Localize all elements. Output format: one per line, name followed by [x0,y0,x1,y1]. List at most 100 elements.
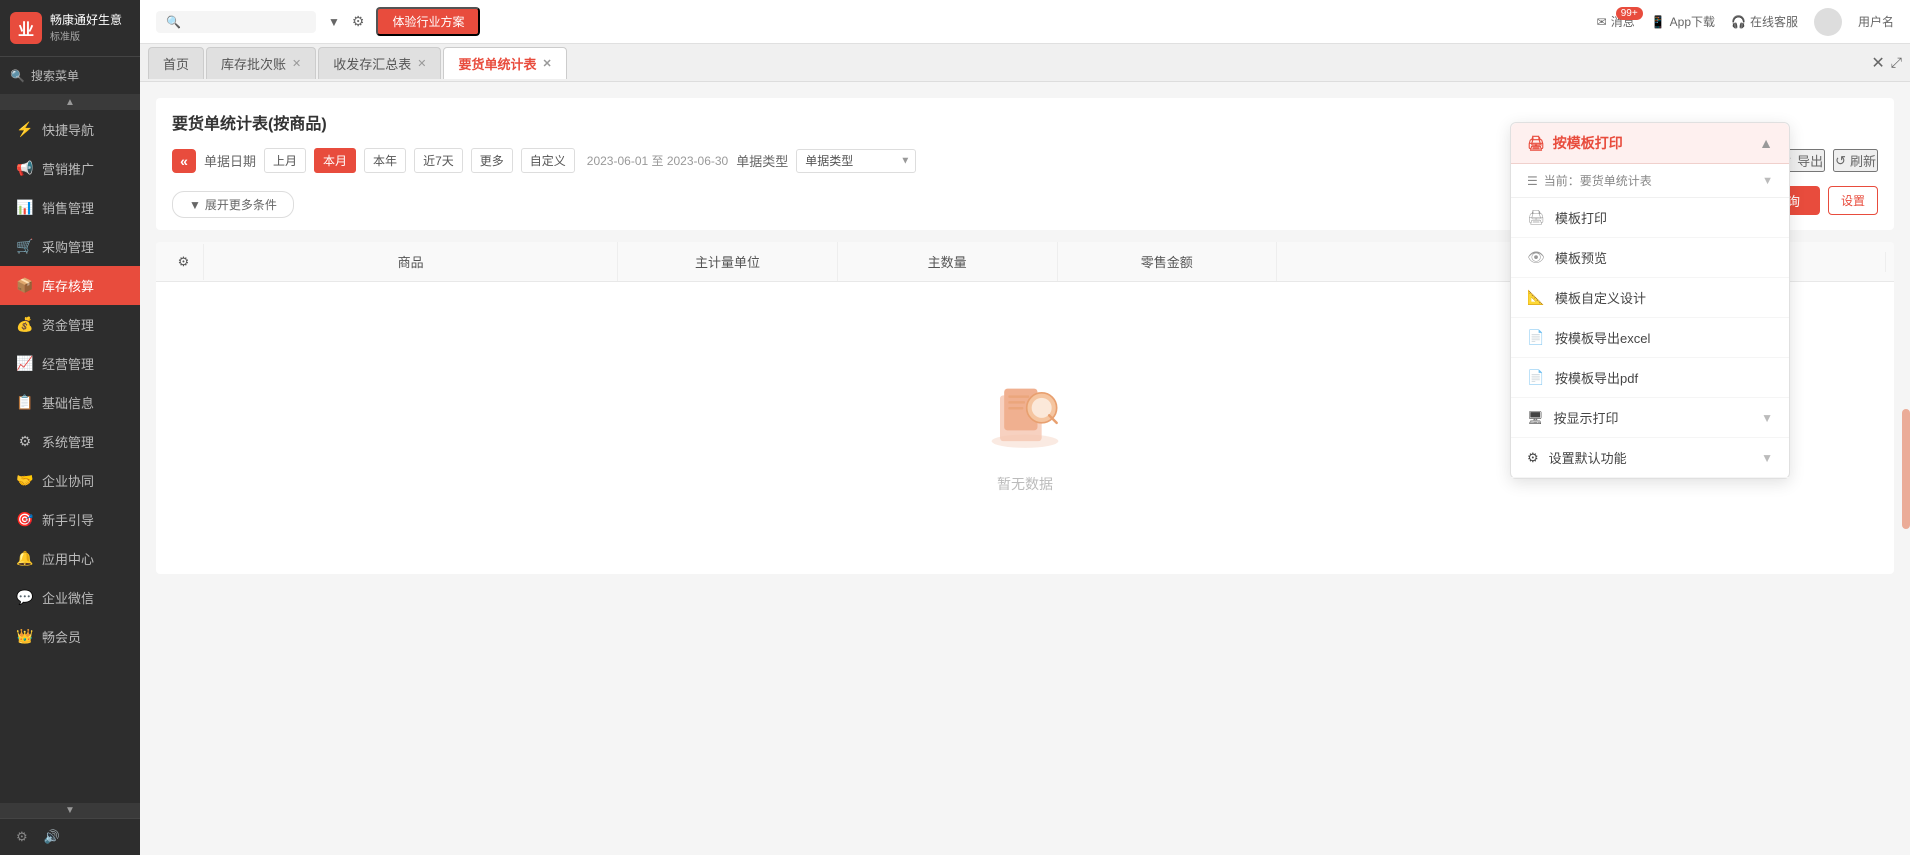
menu-template-print[interactable]: 🖨 模板打印 [1511,198,1789,238]
current-text: 当前：要货单统计表 [1544,172,1652,189]
refresh-icon: ↺ [1835,153,1846,169]
tabbar-expand-icon[interactable]: ⤢ [1891,54,1902,71]
trial-button[interactable]: 体验行业方案 [376,7,480,36]
avatar[interactable] [1814,8,1842,36]
tab-collection-close[interactable]: ✕ [417,57,426,70]
sidebar-nav: ⚡ 快捷导航 📢 营销推广 📊 销售管理 🛒 采购管理 📦 库存核算 💰 资金管… [0,110,140,803]
sidebar-item-label: 应用中心 [42,549,94,568]
topbar-dropdown[interactable]: ▼ [328,15,340,29]
tab-order-stats[interactable]: 要货单统计表 ✕ [443,47,566,79]
sidebar-footer: ⚙ 🔊 [0,818,140,855]
sidebar-item-appstore[interactable]: 🔔 应用中心 [0,539,140,578]
tab-order-stats-label: 要货单统计表 [458,54,536,73]
sidebar-item-inventory[interactable]: 📦 库存核算 [0,266,140,305]
sidebar-item-label: 销售管理 [42,198,94,217]
marketing-icon: 📢 [16,160,34,177]
sidebar-item-quicknav[interactable]: ⚡ 快捷导航 [0,110,140,149]
expand-icon: ▼ [189,198,201,212]
topbar-search-icon: 🔍 [166,15,181,29]
display-print-icon: 🖥 [1527,410,1544,426]
sidebar-item-operation[interactable]: 📈 经营管理 [0,344,140,383]
date-more[interactable]: 更多 [471,148,513,173]
sidebar-item-marketing[interactable]: 📢 营销推广 [0,149,140,188]
template-pdf-icon: 📄 [1527,369,1545,386]
topbar-search[interactable]: 🔍 [156,11,316,33]
current-label: ☰ 当前：要货单统计表 [1527,172,1652,189]
th-settings[interactable]: ⚙ [164,244,204,280]
tab-home[interactable]: 首页 [148,47,204,79]
sidebar-item-label: 采购管理 [42,237,94,256]
topbar-settings-icon[interactable]: ⚙ [352,13,365,30]
export-label: 导出 [1797,151,1823,170]
sidebar-item-system[interactable]: ⚙ 系统管理 [0,422,140,461]
type-select[interactable]: 单据类型 [796,149,916,173]
expand-label: 展开更多条件 [205,196,277,213]
sidebar-item-basic[interactable]: 📋 基础信息 [0,383,140,422]
dropdown-collapse-btn[interactable]: ▲ [1759,135,1773,151]
settings-icon[interactable]: ⚙ [16,829,28,845]
date-last-month[interactable]: 上月 [264,148,306,173]
template-preview-label: 模板预览 [1555,248,1607,267]
toolbar-expand-btn[interactable]: « [172,149,196,173]
date-range-text: 2023-06-01 至 2023-06-30 [587,152,728,169]
username-label: 用户名 [1858,13,1894,30]
empty-text: 暂无数据 [997,474,1053,494]
sidebar-item-member[interactable]: 👑 畅会员 [0,617,140,656]
tabbar-close-icon[interactable]: ✕ [1871,53,1884,73]
sidebar-item-label: 库存核算 [42,276,94,295]
download-icon: 📱 [1651,15,1666,29]
cooperation-icon: 🤝 [16,472,34,489]
tab-batch-close[interactable]: ✕ [292,57,301,70]
template-excel-icon: 📄 [1527,329,1545,346]
sidebar-item-guide[interactable]: 🎯 新手引导 [0,500,140,539]
message-badge: 99+ [1616,7,1643,20]
sound-icon[interactable]: 🔊 [44,829,60,845]
expand-conditions-btn[interactable]: ▼ 展开更多条件 [172,191,294,218]
tab-collection[interactable]: 收发存汇总表 ✕ [318,47,441,79]
right-scrollbar[interactable] [1902,409,1910,529]
date-7days[interactable]: 近7天 [414,148,463,173]
sidebar-item-purchase[interactable]: 🛒 采购管理 [0,227,140,266]
display-print-label: 按显示打印 [1554,408,1619,427]
sidebar-item-finance[interactable]: 💰 资金管理 [0,305,140,344]
th-unit: 主计量单位 [618,242,838,281]
settings-button[interactable]: 设置 [1828,186,1878,215]
sidebar-item-wechat[interactable]: 💬 企业微信 [0,578,140,617]
dropdown-current[interactable]: ☰ 当前：要货单统计表 ▼ [1511,164,1789,198]
menu-template-excel[interactable]: 📄 按模板导出excel [1511,318,1789,358]
menu-template-pdf[interactable]: 📄 按模板导出pdf [1511,358,1789,398]
online-service-button[interactable]: 🎧 在线客服 [1731,13,1798,30]
wechat-icon: 💬 [16,589,34,606]
tabbar: 首页 库存批次账 ✕ 收发存汇总表 ✕ 要货单统计表 ✕ ✕ ⤢ [140,44,1910,82]
menu-display-print[interactable]: 🖥 按显示打印 ▼ [1511,398,1789,438]
template-print-label: 模板打印 [1555,208,1607,227]
dropdown-print-icon: 🖨 [1527,135,1545,152]
template-print-icon: 🖨 [1527,209,1545,226]
service-icon: 🎧 [1731,15,1746,29]
menu-template-design[interactable]: 📐 模板自定义设计 [1511,278,1789,318]
message-button[interactable]: ✉ 消息 99+ [1597,13,1635,30]
menu-default-func[interactable]: ⚙ 设置默认功能 ▼ [1511,438,1789,478]
tab-order-stats-close[interactable]: ✕ [543,57,552,70]
th-retail: 零售金额 [1058,242,1278,281]
sidebar-scroll-down[interactable]: ▼ [0,803,140,818]
date-custom[interactable]: 自定义 [521,148,575,173]
member-icon: 👑 [16,628,34,645]
sidebar-scroll-up[interactable]: ▲ [0,95,140,110]
sidebar-item-sales[interactable]: 📊 销售管理 [0,188,140,227]
inventory-icon: 📦 [16,277,34,294]
system-icon: ⚙ [16,433,34,450]
sidebar-item-cooperation[interactable]: 🤝 企业协同 [0,461,140,500]
refresh-button[interactable]: ↺ 刷新 [1833,149,1878,172]
sidebar-item-label: 系统管理 [42,432,94,451]
menu-template-preview[interactable]: 👁 模板预览 [1511,238,1789,278]
filter-row: 单据日期 上月 本月 本年 近7天 更多 自定义 2023-06-01 至 20… [204,148,1632,173]
display-print-left: 🖥 按显示打印 [1527,408,1619,427]
sales-icon: 📊 [16,199,34,216]
date-this-month[interactable]: 本月 [314,148,356,173]
template-design-icon: 📐 [1527,289,1545,306]
date-this-year[interactable]: 本年 [364,148,406,173]
sidebar-search[interactable]: 🔍 搜索菜单 [0,57,140,95]
app-download-button[interactable]: 📱 App下载 [1651,13,1715,30]
tab-batch[interactable]: 库存批次账 ✕ [206,47,316,79]
